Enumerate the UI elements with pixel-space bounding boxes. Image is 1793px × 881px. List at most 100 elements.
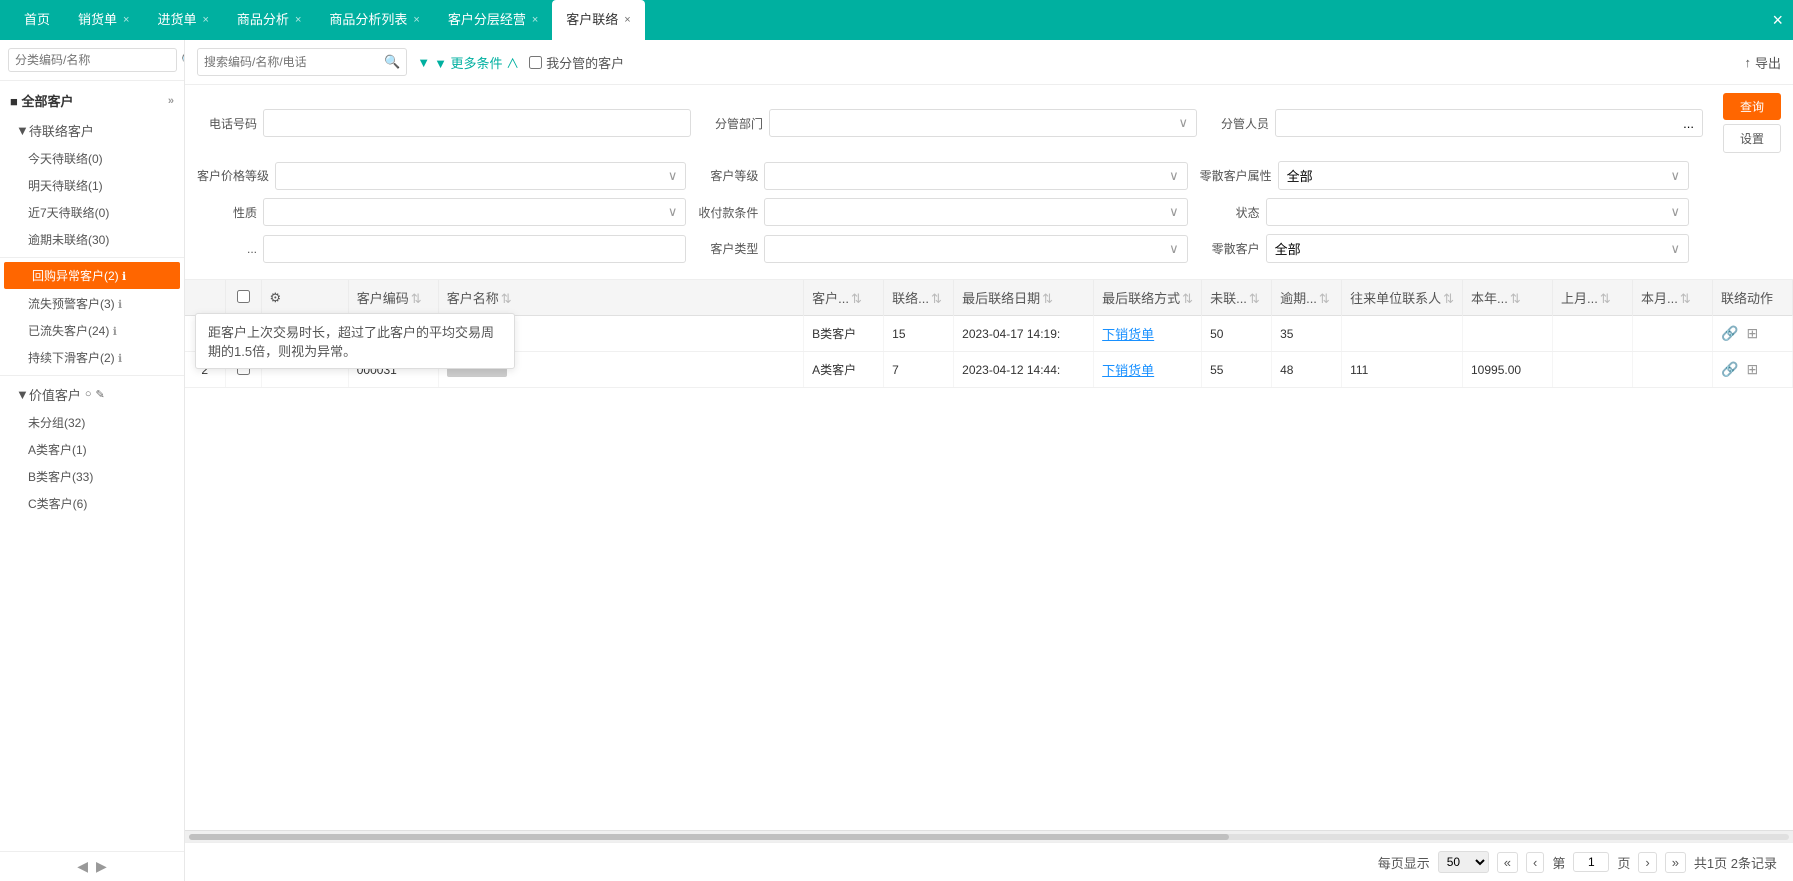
query-button[interactable]: 查询 [1723, 93, 1781, 120]
next-page-button[interactable]: › [1638, 852, 1656, 873]
scrollbar-thumb[interactable] [189, 834, 1229, 840]
value-add-icon[interactable]: ○ [85, 388, 92, 401]
filter-status-select[interactable]: ∨ [1266, 198, 1689, 226]
filter-customer-type: 客户类型 ∨ [698, 235, 1187, 263]
close-sales-order-icon[interactable]: × [123, 0, 129, 40]
filter-person-label: 分管人员 [1209, 115, 1269, 132]
export-button[interactable]: ↑ 导出 [1744, 53, 1781, 72]
filter-dept-label: 分管部门 [703, 115, 763, 132]
filter-retail-customer-select[interactable]: 全部 ∨ [1266, 234, 1689, 263]
sidebar-item-overdue[interactable]: 逾期未联络(30) [0, 226, 184, 253]
col-header-settings[interactable]: ⚙ [261, 280, 348, 316]
sidebar-item-declining[interactable]: 持续下滑客户(2) ℹ [0, 344, 184, 371]
search-input[interactable] [204, 55, 384, 69]
filter-retail-attr-select[interactable]: 全部 ∨ [1278, 161, 1689, 190]
method-link-0[interactable]: 下销货单 [1102, 327, 1154, 342]
sort-liaison-icon[interactable]: ⇅ [1443, 291, 1454, 306]
filter-phone-input[interactable] [263, 109, 691, 137]
nav-sales-order[interactable]: 销货单 × [64, 0, 143, 40]
sidebar-item-classB[interactable]: B类客户(33) [0, 463, 184, 490]
filter-price-tier-select[interactable]: ∨ [275, 162, 686, 190]
main-layout: 🔍 ■ 全部客户 » ▼ 待联络客户 今天待联络(0) 明天待联络(1) 近7天… [0, 40, 1793, 881]
nav-purchase-order[interactable]: 进货单 × [143, 0, 222, 40]
content-area: 🔍 ▼ ▼ 更多条件 ∧ 我分管的客户 ↑ 导出 电话号码 [185, 40, 1793, 881]
filter-retail-customer-label: 零散客户 [1200, 240, 1260, 257]
sidebar-search-input[interactable] [8, 48, 177, 72]
cell-method-1[interactable]: 下销货单 [1094, 352, 1202, 388]
my-customers-checkbox[interactable]: 我分管的客户 [529, 53, 624, 72]
filter-person-input[interactable]: ... [1275, 109, 1703, 137]
prev-page-button[interactable]: ‹ [1526, 852, 1544, 873]
sort-name-icon[interactable]: ⇅ [501, 291, 512, 306]
sidebar-item-churned[interactable]: 已流失客户(24) ℹ [0, 317, 184, 344]
sidebar-item-classC[interactable]: C类客户(6) [0, 490, 184, 517]
action-grid-icon-1[interactable]: ⊞ [1746, 361, 1758, 378]
value-edit-icon[interactable]: ✎ [96, 388, 105, 401]
filter-payment-select[interactable]: ∨ [764, 198, 1187, 226]
close-purchase-order-icon[interactable]: × [202, 0, 208, 40]
filter-customer-tier-select[interactable]: ∨ [764, 162, 1187, 190]
col-header-contact: 联络...⇅ [884, 280, 954, 316]
nav-product-analysis[interactable]: 商品分析 × [223, 0, 315, 40]
col-header-thismonth: 本月...⇅ [1633, 280, 1713, 316]
action-link-icon-1[interactable]: 🔗 [1721, 361, 1738, 378]
cell-method-0[interactable]: 下销货单 [1094, 316, 1202, 352]
per-page-label: 每页显示 [1378, 853, 1430, 872]
filter-price-tier-label: 客户价格等级 [197, 167, 269, 184]
close-product-analysis-icon[interactable]: × [295, 0, 301, 40]
sidebar-item-churn-warning[interactable]: 流失预警客户(3) ℹ [0, 290, 184, 317]
sidebar-item-7days[interactable]: 近7天待联络(0) [0, 199, 184, 226]
sidebar-item-classA[interactable]: A类客户(1) [0, 436, 184, 463]
toolbar-search-icon[interactable]: 🔍 [384, 54, 400, 70]
value-customer-group-title[interactable]: ▼ 价值客户 ○ ✎ [0, 380, 184, 409]
nav-customer-tier[interactable]: 客户分层经营 × [434, 0, 552, 40]
sort-type-icon[interactable]: ⇅ [851, 291, 862, 306]
close-customer-contact-icon[interactable]: × [624, 0, 630, 40]
sort-date-icon[interactable]: ⇅ [1042, 291, 1053, 306]
method-link-1[interactable]: 下销货单 [1102, 363, 1154, 378]
settings-button[interactable]: 设置 [1723, 124, 1781, 153]
close-product-analysis-list-icon[interactable]: × [413, 0, 419, 40]
collapse-sidebar-icon[interactable]: » [168, 95, 174, 107]
sort-contact-icon[interactable]: ⇅ [931, 291, 942, 306]
pending-contact-title[interactable]: ▼ 待联络客户 [0, 116, 184, 145]
filter-extra-input[interactable] [263, 235, 686, 263]
per-page-select[interactable]: 50 20 100 [1438, 851, 1489, 873]
last-page-button[interactable]: » [1665, 852, 1686, 873]
all-customers-title[interactable]: ■ 全部客户 » [0, 85, 184, 116]
sort-thismonth-icon[interactable]: ⇅ [1680, 291, 1691, 306]
sort-uncontact-icon[interactable]: ⇅ [1249, 291, 1260, 306]
sort-method-icon[interactable]: ⇅ [1182, 291, 1193, 306]
nav-customer-contact[interactable]: 客户联络 × [552, 0, 644, 40]
sidebar-item-today[interactable]: 今天待联络(0) [0, 145, 184, 172]
sort-lastmonth-icon[interactable]: ⇅ [1600, 291, 1611, 306]
close-all-tabs-button[interactable]: × [1772, 10, 1783, 31]
select-all-checkbox[interactable] [237, 290, 250, 303]
sidebar-scroll-left-icon[interactable]: ◀ [77, 858, 88, 875]
nav-product-analysis-list[interactable]: 商品分析列表 × [315, 0, 433, 40]
horizontal-scrollbar[interactable] [185, 830, 1793, 842]
filter-dept-select[interactable]: ∨ [769, 109, 1197, 137]
nav-home[interactable]: 首页 [10, 0, 64, 40]
first-page-button[interactable]: « [1497, 852, 1518, 873]
close-customer-tier-icon[interactable]: × [532, 0, 538, 40]
sort-thisyear-icon[interactable]: ⇅ [1510, 291, 1521, 306]
sidebar-scroll-right-icon[interactable]: ▶ [96, 858, 107, 875]
page-number-input[interactable] [1573, 852, 1609, 872]
action-link-icon-0[interactable]: 🔗 [1721, 325, 1738, 342]
filter-nature-label: 性质 [197, 204, 257, 221]
sidebar-item-ungrouped[interactable]: 未分组(32) [0, 409, 184, 436]
table-settings-icon[interactable]: ⚙ [270, 290, 282, 305]
filter-phone: 电话号码 [197, 109, 691, 137]
sort-overdue-icon[interactable]: ⇅ [1319, 291, 1330, 306]
sort-code-icon[interactable]: ⇅ [411, 291, 422, 306]
filter-customer-type-select[interactable]: ∨ [764, 235, 1187, 263]
my-customers-check[interactable] [529, 56, 542, 69]
filter-price-tier-arrow-icon: ∨ [668, 168, 678, 184]
filter-nature-select[interactable]: ∨ [263, 198, 686, 226]
sidebar-item-tomorrow[interactable]: 明天待联络(1) [0, 172, 184, 199]
filter-more-button[interactable]: ▼ ▼ 更多条件 ∧ [417, 53, 519, 72]
sidebar-item-repurchase-abnormal[interactable]: 回购异常客户(2) ℹ [4, 262, 180, 289]
toolbar-search-bar: 🔍 [197, 48, 407, 76]
action-grid-icon-0[interactable]: ⊞ [1746, 325, 1758, 342]
